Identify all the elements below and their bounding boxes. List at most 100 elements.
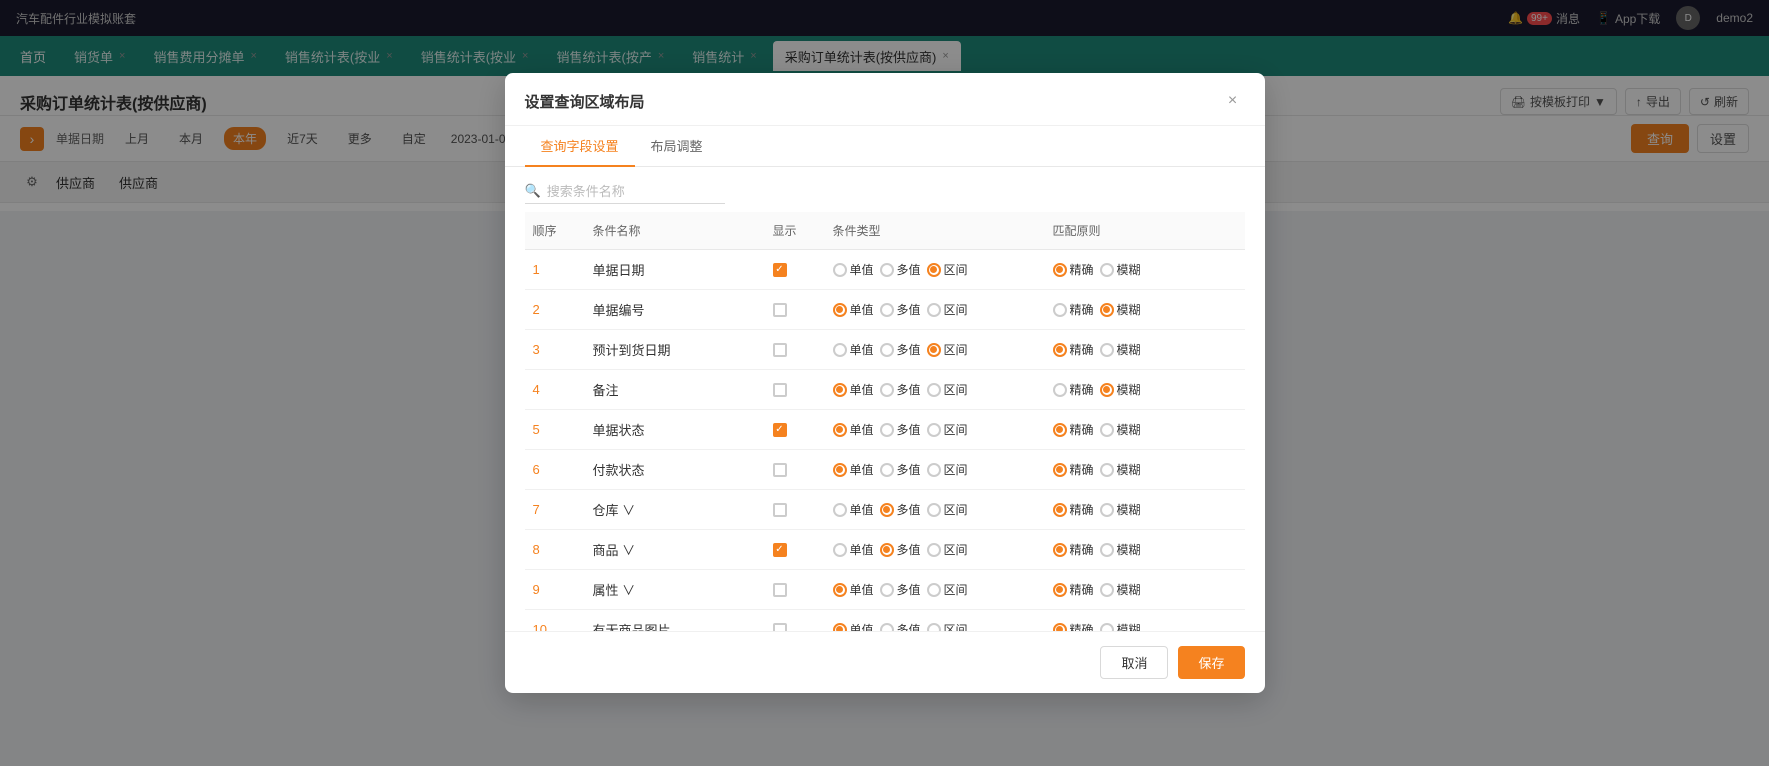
display-checkbox-6[interactable] — [773, 503, 787, 517]
modal-close-button[interactable]: × — [1221, 89, 1245, 113]
display-checkbox-9[interactable] — [773, 623, 787, 632]
type-radio-0-0[interactable]: 单值 — [833, 261, 874, 278]
type-radio-5-1[interactable]: 多值 — [880, 461, 921, 478]
type-radio-1-1[interactable]: 多值 — [880, 301, 921, 318]
row-index-9: 10 — [525, 616, 585, 631]
row-display-4[interactable] — [765, 417, 825, 443]
row-display-8[interactable] — [765, 577, 825, 603]
match-radio-5-0[interactable]: 精确 — [1053, 461, 1094, 478]
row-display-3[interactable] — [765, 377, 825, 403]
match-radio-8-0[interactable]: 精确 — [1053, 581, 1094, 598]
type-radio-1-2[interactable]: 区间 — [927, 301, 968, 318]
display-checkbox-5[interactable] — [773, 463, 787, 477]
match-radio-4-0[interactable]: 精确 — [1053, 421, 1094, 438]
row-match-0: 精确模糊 — [1045, 255, 1245, 284]
match-radio-3-1[interactable]: 模糊 — [1100, 381, 1141, 398]
save-button[interactable]: 保存 — [1178, 646, 1244, 679]
display-checkbox-1[interactable] — [773, 303, 787, 317]
row-display-7[interactable] — [765, 537, 825, 563]
type-radio-9-2[interactable]: 区间 — [927, 621, 968, 631]
type-radio-9-1[interactable]: 多值 — [880, 621, 921, 631]
match-radio-6-1[interactable]: 模糊 — [1100, 501, 1141, 518]
match-radio-5-1[interactable]: 模糊 — [1100, 461, 1141, 478]
type-radio-4-2[interactable]: 区间 — [927, 421, 968, 438]
type-radio-6-2[interactable]: 区间 — [927, 501, 968, 518]
type-radio-6-1[interactable]: 多值 — [880, 501, 921, 518]
type-radio-8-2[interactable]: 区间 — [927, 581, 968, 598]
tab-layout-adjust[interactable]: 布局调整 — [635, 126, 719, 167]
type-radio-5-0[interactable]: 单值 — [833, 461, 874, 478]
type-radio-7-1[interactable]: 多值 — [880, 541, 921, 558]
display-checkbox-7[interactable] — [773, 543, 787, 557]
row-name-1: 单据编号 — [585, 294, 765, 325]
row-match-7: 精确模糊 — [1045, 535, 1245, 564]
type-radio-2-1[interactable]: 多值 — [880, 341, 921, 358]
type-radio-3-0[interactable]: 单值 — [833, 381, 874, 398]
row-match-9: 精确模糊 — [1045, 615, 1245, 631]
match-radio-0-1[interactable]: 模糊 — [1100, 261, 1141, 278]
type-radio-0-2[interactable]: 区间 — [927, 261, 968, 278]
type-radio-4-1[interactable]: 多值 — [880, 421, 921, 438]
row-display-9[interactable] — [765, 617, 825, 632]
row-match-3: 精确模糊 — [1045, 375, 1245, 404]
row-name-9: 有无商品图片 — [585, 614, 765, 631]
match-radio-8-1[interactable]: 模糊 — [1100, 581, 1141, 598]
type-radio-8-1[interactable]: 多值 — [880, 581, 921, 598]
match-radio-2-1[interactable]: 模糊 — [1100, 341, 1141, 358]
type-radio-5-2[interactable]: 区间 — [927, 461, 968, 478]
type-radio-2-2[interactable]: 区间 — [927, 341, 968, 358]
display-checkbox-4[interactable] — [773, 423, 787, 437]
match-radio-0-0[interactable]: 精确 — [1053, 261, 1094, 278]
type-radio-6-0[interactable]: 单值 — [833, 501, 874, 518]
display-checkbox-2[interactable] — [773, 343, 787, 357]
row-display-2[interactable] — [765, 337, 825, 363]
th-order: 顺序 — [525, 218, 585, 243]
row-type-8: 单值多值区间 — [825, 575, 1045, 604]
row-type-0: 单值多值区间 — [825, 255, 1045, 284]
search-input[interactable] — [547, 184, 707, 199]
row-match-8: 精确模糊 — [1045, 575, 1245, 604]
table-row: 5单据状态单值多值区间精确模糊 — [525, 410, 1245, 450]
display-checkbox-8[interactable] — [773, 583, 787, 597]
table-row: 2单据编号单值多值区间精确模糊 — [525, 290, 1245, 330]
row-index-8: 9 — [525, 576, 585, 603]
display-checkbox-3[interactable] — [773, 383, 787, 397]
type-radio-3-1[interactable]: 多值 — [880, 381, 921, 398]
type-radio-8-0[interactable]: 单值 — [833, 581, 874, 598]
row-display-0[interactable] — [765, 257, 825, 283]
modal-overlay[interactable]: 设置查询区域布局 × 查询字段设置 布局调整 🔍 顺序 条件名称 显示 — [0, 0, 1769, 766]
match-radio-2-0[interactable]: 精确 — [1053, 341, 1094, 358]
match-radio-1-0[interactable]: 精确 — [1053, 301, 1094, 318]
cancel-button[interactable]: 取消 — [1100, 646, 1168, 679]
tab-query-fields[interactable]: 查询字段设置 — [525, 126, 635, 167]
match-radio-7-0[interactable]: 精确 — [1053, 541, 1094, 558]
display-checkbox-0[interactable] — [773, 263, 787, 277]
match-radio-6-0[interactable]: 精确 — [1053, 501, 1094, 518]
type-radio-4-0[interactable]: 单值 — [833, 421, 874, 438]
match-radio-9-0[interactable]: 精确 — [1053, 621, 1094, 631]
type-radio-7-0[interactable]: 单值 — [833, 541, 874, 558]
type-radio-2-0[interactable]: 单值 — [833, 341, 874, 358]
type-radio-7-2[interactable]: 区间 — [927, 541, 968, 558]
row-display-6[interactable] — [765, 497, 825, 523]
match-radio-4-1[interactable]: 模糊 — [1100, 421, 1141, 438]
row-display-5[interactable] — [765, 457, 825, 483]
table-row: 3预计到货日期单值多值区间精确模糊 — [525, 330, 1245, 370]
row-type-3: 单值多值区间 — [825, 375, 1045, 404]
type-radio-3-2[interactable]: 区间 — [927, 381, 968, 398]
modal-header: 设置查询区域布局 × — [505, 73, 1265, 126]
type-radio-9-0[interactable]: 单值 — [833, 621, 874, 631]
search-box: 🔍 — [525, 179, 725, 204]
modal-dialog: 设置查询区域布局 × 查询字段设置 布局调整 🔍 顺序 条件名称 显示 — [505, 73, 1265, 693]
row-index-7: 8 — [525, 536, 585, 563]
match-radio-9-1[interactable]: 模糊 — [1100, 621, 1141, 631]
match-radio-7-1[interactable]: 模糊 — [1100, 541, 1141, 558]
match-radio-3-0[interactable]: 精确 — [1053, 381, 1094, 398]
row-display-1[interactable] — [765, 297, 825, 323]
row-match-2: 精确模糊 — [1045, 335, 1245, 364]
row-match-4: 精确模糊 — [1045, 415, 1245, 444]
match-radio-1-1[interactable]: 模糊 — [1100, 301, 1141, 318]
row-name-6: 仓库 ∨ — [585, 494, 765, 525]
type-radio-0-1[interactable]: 多值 — [880, 261, 921, 278]
type-radio-1-0[interactable]: 单值 — [833, 301, 874, 318]
